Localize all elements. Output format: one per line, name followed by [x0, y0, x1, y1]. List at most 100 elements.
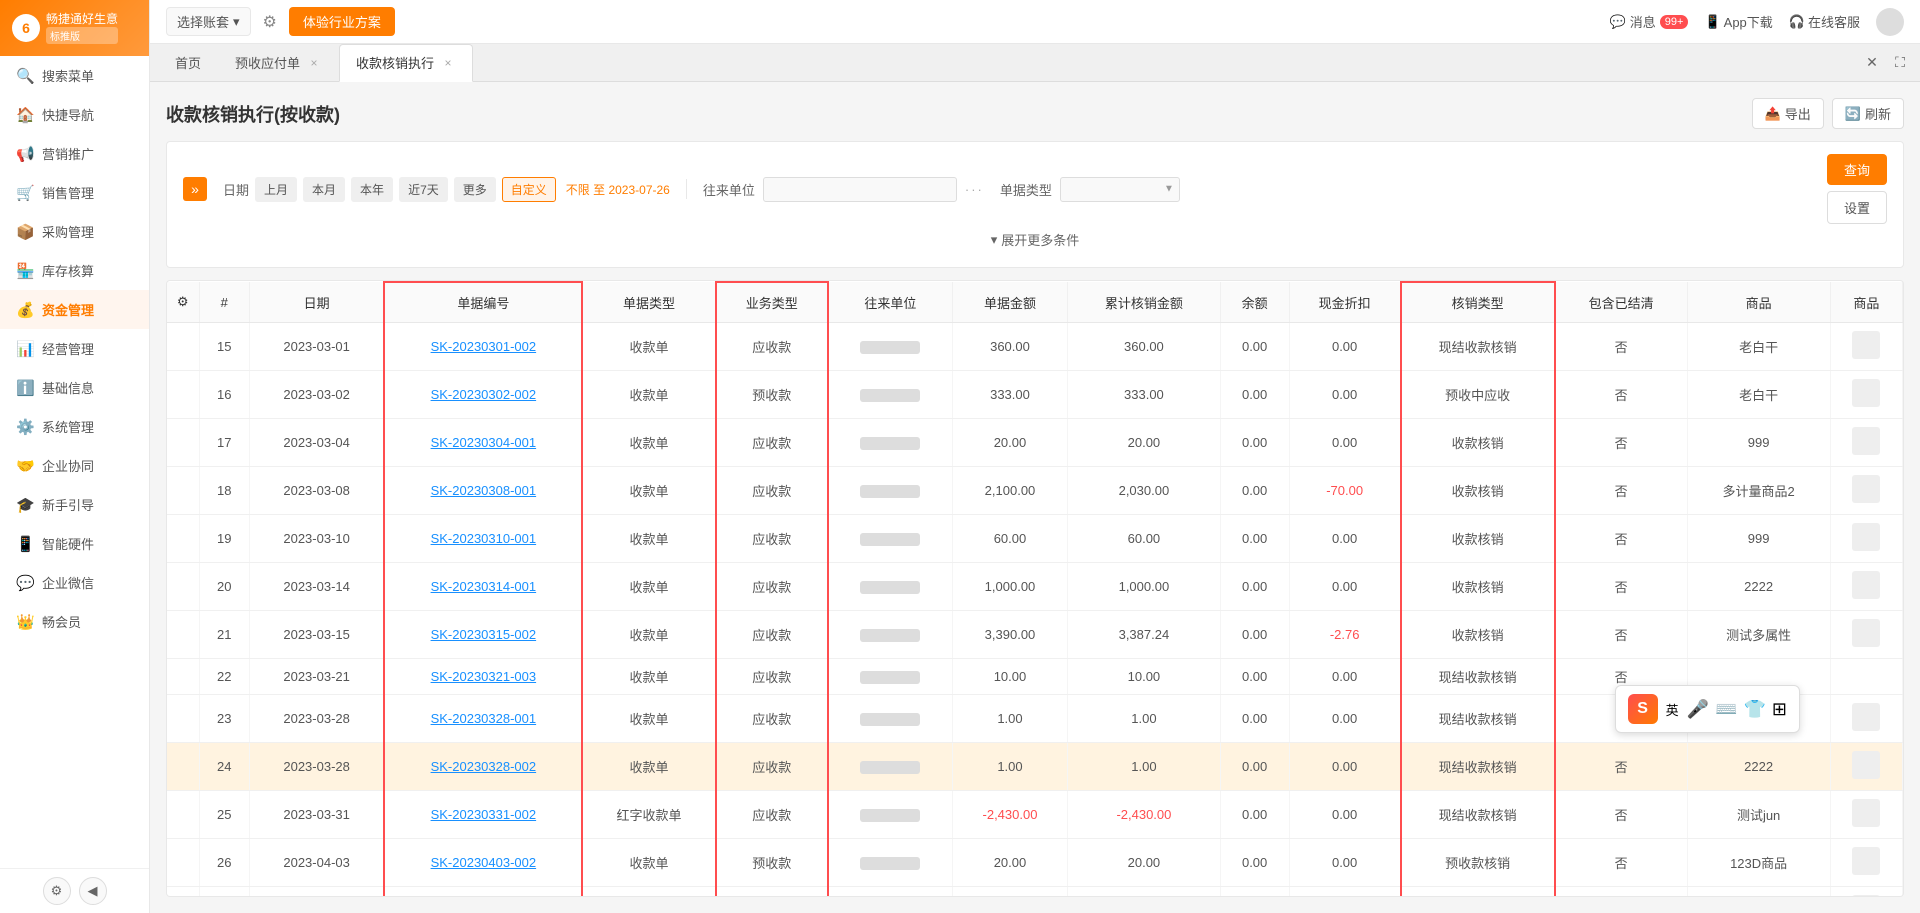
td-bill_no[interactable]: SK-20230408-001 [384, 887, 582, 898]
keyboard-icon[interactable]: ⌨️ [1715, 699, 1737, 720]
td-date: 2023-03-08 [249, 467, 384, 515]
bill-no-link[interactable]: SK-20230315-002 [431, 627, 537, 642]
tab-close-prepay[interactable]: × [306, 55, 322, 71]
page-header: 收款核销执行(按收款) 📤 导出 🔄 刷新 [166, 98, 1904, 129]
this-month-btn[interactable]: 本月 [303, 177, 345, 202]
td-partner [828, 323, 952, 371]
refresh-icon: 🔄 [1845, 106, 1861, 122]
filter-bar: » 日期 上月 本月 本年 近7天 更多 自定义 不限 至 2023-07-26… [166, 141, 1904, 268]
filter-expand-btn[interactable]: » [183, 177, 207, 201]
bill-no-link[interactable]: SK-20230310-001 [431, 531, 537, 546]
export-btn[interactable]: 📤 导出 [1752, 98, 1824, 129]
td-bill_amount: -2,430.00 [952, 791, 1067, 839]
td-goods2 [1830, 887, 1902, 898]
bill-no-link[interactable]: SK-20230304-001 [431, 435, 537, 450]
goods-thumbnail [1852, 619, 1880, 647]
shirt-icon[interactable]: 👕 [1743, 699, 1765, 720]
collapse-btn[interactable]: ◀ [79, 877, 107, 905]
td-bill_no[interactable]: SK-20230321-003 [384, 659, 582, 695]
td-bill_no[interactable]: SK-20230302-002 [384, 371, 582, 419]
bill-no-link[interactable]: SK-20230321-003 [431, 669, 537, 684]
bill-no-link[interactable]: SK-20230308-001 [431, 483, 537, 498]
sidebar-item-enterprise[interactable]: 🤝 企业协同 [0, 446, 149, 485]
td-partner [828, 695, 952, 743]
sidebar-item-quicknav[interactable]: 🏠 快捷导航 [0, 95, 149, 134]
tab-collection[interactable]: 收款核销执行× [339, 44, 473, 82]
grid-icon[interactable]: ⊞ [1772, 699, 1787, 720]
sidebar-item-marketing[interactable]: 📢 营销推广 [0, 134, 149, 173]
td-bill_no[interactable]: SK-20230331-002 [384, 791, 582, 839]
td-balance: 0.00 [1220, 371, 1289, 419]
more-date-btn[interactable]: 更多 [454, 177, 496, 202]
partner-blurred [860, 761, 920, 774]
filter-settings-btn[interactable]: 设置 [1827, 191, 1887, 224]
bill-no-link[interactable]: SK-20230302-002 [431, 387, 537, 402]
goods-thumbnail [1852, 571, 1880, 599]
sidebar-label-basic: 基础信息 [42, 378, 94, 397]
query-btn[interactable]: 查询 [1827, 154, 1887, 185]
bill-no-link[interactable]: SK-20230331-002 [431, 807, 537, 822]
sidebar-item-member[interactable]: 👑 畅会员 [0, 602, 149, 641]
refresh-btn[interactable]: 🔄 刷新 [1832, 98, 1904, 129]
td-settings [167, 611, 199, 659]
gear-icon[interactable]: ⚙ [263, 12, 277, 32]
td-bill_no[interactable]: SK-20230304-001 [384, 419, 582, 467]
tab-close-all-btn[interactable]: ✕ [1860, 51, 1884, 75]
mic-icon[interactable]: 🎤 [1687, 699, 1709, 720]
solution-btn[interactable]: 体验行业方案 [289, 7, 395, 36]
td-bill_no[interactable]: SK-20230328-002 [384, 743, 582, 791]
bill-no-link[interactable]: SK-20230403-002 [431, 855, 537, 870]
sidebar-label-finance: 资金管理 [42, 300, 94, 319]
td-bill_type: 收款单 [582, 743, 715, 791]
td-bill_no[interactable]: SK-20230308-001 [384, 467, 582, 515]
td-balance: 0.00 [1220, 611, 1289, 659]
last-month-btn[interactable]: 上月 [255, 177, 297, 202]
messages-btn[interactable]: 💬 消息 99+ [1610, 12, 1689, 31]
td-bill_no[interactable]: SK-20230301-002 [384, 323, 582, 371]
sidebar-item-sales[interactable]: 🛒 销售管理 [0, 173, 149, 212]
this-year-btn[interactable]: 本年 [351, 177, 393, 202]
td-verify_type: 预收款核销 [1401, 839, 1555, 887]
sidebar-item-search[interactable]: 🔍 搜索菜单 [0, 56, 149, 95]
td-bill_no[interactable]: SK-20230328-001 [384, 695, 582, 743]
sidebar-item-operations[interactable]: 📊 经营管理 [0, 329, 149, 368]
tab-fullscreen-btn[interactable]: ⛶ [1888, 51, 1912, 75]
td-goods2 [1830, 839, 1902, 887]
settings-bottom-btn[interactable]: ⚙ [43, 877, 71, 905]
td-bill_no[interactable]: SK-20230310-001 [384, 515, 582, 563]
td-date: 2023-03-21 [249, 659, 384, 695]
sidebar-item-hardware[interactable]: 📱 智能硬件 [0, 524, 149, 563]
sidebar-item-newbie[interactable]: 🎓 新手引导 [0, 485, 149, 524]
sidebar-item-inventory[interactable]: 🏪 库存核算 [0, 251, 149, 290]
th-bill_amount: 单据金额 [952, 282, 1067, 323]
sidebar-item-finance[interactable]: 💰 资金管理 [0, 290, 149, 329]
bill-no-link[interactable]: SK-20230328-001 [431, 711, 537, 726]
bill-type-select[interactable]: 收款单 [1060, 177, 1180, 202]
custom-date-btn[interactable]: 自定义 [502, 177, 556, 202]
bill-no-link[interactable]: SK-20230314-001 [431, 579, 537, 594]
td-bill_no[interactable]: SK-20230315-002 [384, 611, 582, 659]
account-selector[interactable]: 选择账套 ▾ [166, 7, 251, 36]
last-7days-btn[interactable]: 近7天 [399, 177, 448, 202]
partner-input[interactable] [763, 177, 957, 202]
sidebar-item-weixin[interactable]: 💬 企业微信 [0, 563, 149, 602]
goods-thumbnail [1852, 751, 1880, 779]
sidebar-item-basic[interactable]: ℹ️ 基础信息 [0, 368, 149, 407]
sidebar-item-system[interactable]: ⚙️ 系统管理 [0, 407, 149, 446]
service-btn[interactable]: 🎧 在线客服 [1789, 12, 1860, 31]
td-goods2 [1830, 743, 1902, 791]
app-download-btn[interactable]: 📱 App下载 [1704, 12, 1772, 31]
td-bill_amount: 1,000.00 [952, 563, 1067, 611]
bill-no-link[interactable]: SK-20230301-002 [431, 339, 537, 354]
tab-prepay[interactable]: 预收应付单× [218, 44, 339, 82]
avatar[interactable] [1876, 8, 1904, 36]
td-bill_no[interactable]: SK-20230403-002 [384, 839, 582, 887]
td-bill_no[interactable]: SK-20230314-001 [384, 563, 582, 611]
td-index: 25 [199, 791, 249, 839]
sidebar-item-purchase[interactable]: 📦 采购管理 [0, 212, 149, 251]
tab-home[interactable]: 首页 [158, 44, 218, 82]
expand-more-btn[interactable]: ▾ 展开更多条件 [183, 224, 1887, 255]
td-date: 2023-04-08 [249, 887, 384, 898]
bill-no-link[interactable]: SK-20230328-002 [431, 759, 537, 774]
tab-close-collection[interactable]: × [440, 55, 456, 71]
